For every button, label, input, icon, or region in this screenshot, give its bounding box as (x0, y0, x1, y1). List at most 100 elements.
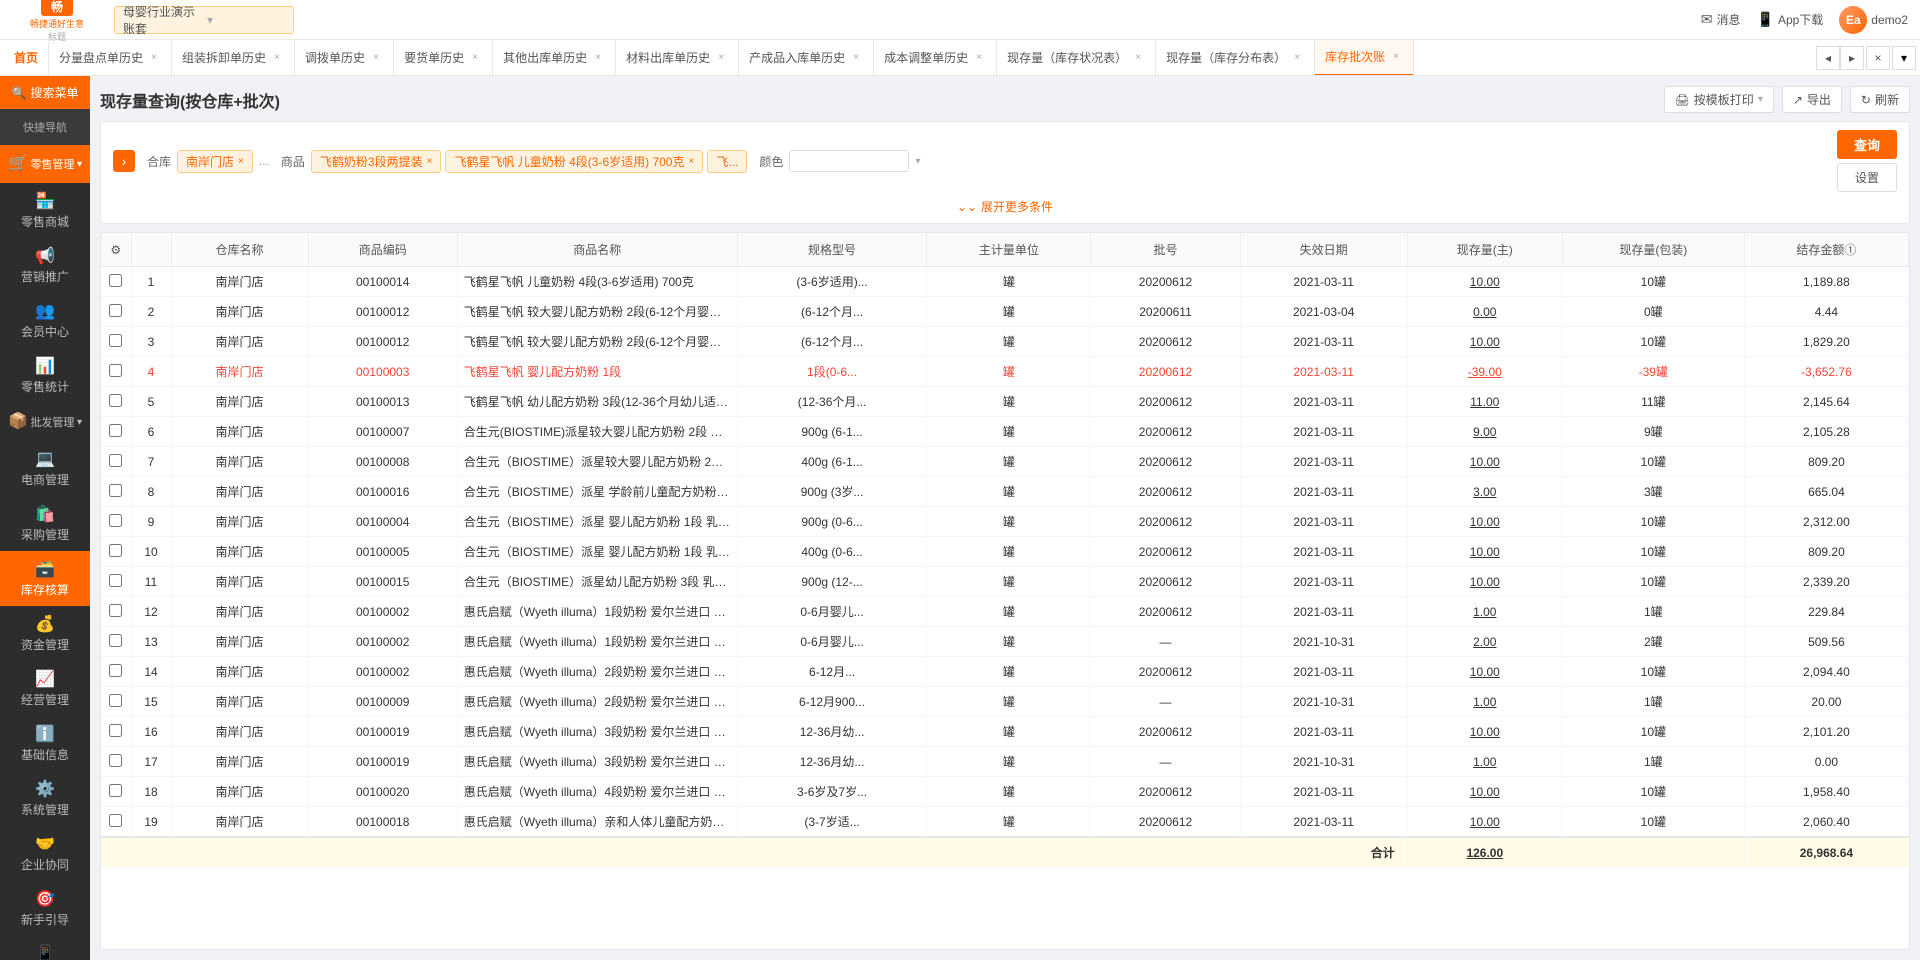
user-menu[interactable]: Ea demo2 (1839, 6, 1908, 34)
tab-stock1[interactable]: 现存量（库存状况表） × (997, 40, 1156, 76)
nav-close-btn[interactable]: × (1866, 46, 1890, 70)
row-settings[interactable] (101, 537, 131, 567)
row-checkbox[interactable] (109, 574, 122, 587)
sidebar-search-btn[interactable]: 🔍 搜索菜单 (0, 76, 90, 109)
row-checkbox[interactable] (109, 274, 122, 287)
row-checkbox[interactable] (109, 514, 122, 527)
product-tag-1[interactable]: 飞鹤奶粉3段两提装 × (311, 150, 442, 173)
sidebar-item-purchase[interactable]: 🛍️ 采购管理 (0, 496, 90, 551)
sidebar-item-wholesale[interactable]: 📦 批发管理 ▾ (0, 403, 90, 441)
sidebar-item-collab[interactable]: 🤝 企业协同 (0, 826, 90, 881)
row-checkbox[interactable] (109, 604, 122, 617)
sidebar-item-basic[interactable]: ℹ️ 基础信息 (0, 716, 90, 771)
row-settings[interactable] (101, 777, 131, 807)
close-icon[interactable]: × (468, 51, 482, 65)
setting-btn[interactable]: 设置 (1837, 163, 1897, 192)
row-stock-main[interactable]: 10.00 (1407, 807, 1562, 838)
color-dropdown-icon[interactable]: ▾ (915, 156, 920, 167)
sidebar-item-guide[interactable]: 🎯 新手引导 (0, 881, 90, 936)
template-print-btn[interactable]: 🖨 按模板打印 ▾ (1664, 86, 1774, 113)
tab-inventory[interactable]: 分量盘点单历史 × (49, 40, 172, 76)
close-icon[interactable]: × (972, 51, 986, 65)
row-checkbox[interactable] (109, 424, 122, 437)
nav-next-btn[interactable]: ▸ (1840, 46, 1864, 70)
sidebar-item-ecommerce[interactable]: 💻 电商管理 (0, 441, 90, 496)
row-stock-main[interactable]: 10.00 (1407, 447, 1562, 477)
close-icon[interactable]: × (1131, 51, 1145, 65)
row-stock-main[interactable]: 3.00 (1407, 477, 1562, 507)
row-checkbox[interactable] (109, 634, 122, 647)
row-settings[interactable] (101, 627, 131, 657)
row-stock-main[interactable]: 2.00 (1407, 627, 1562, 657)
product-more-btn[interactable]: 飞... (707, 150, 747, 173)
sidebar-item-finance[interactable]: 💰 资金管理 (0, 606, 90, 661)
row-checkbox[interactable] (109, 664, 122, 677)
row-stock-main[interactable]: 10.00 (1407, 507, 1562, 537)
row-checkbox[interactable] (109, 364, 122, 377)
remove-product-tag-1-icon[interactable]: × (427, 156, 433, 167)
row-checkbox[interactable] (109, 544, 122, 557)
row-settings[interactable] (101, 327, 131, 357)
color-input[interactable] (789, 150, 909, 172)
tab-product[interactable]: 产成品入库单历史 × (739, 40, 874, 76)
close-icon[interactable]: × (1389, 50, 1403, 64)
warehouse-tag[interactable]: 南岸门店 × (177, 150, 253, 173)
close-icon[interactable]: × (270, 51, 284, 65)
row-settings[interactable] (101, 687, 131, 717)
row-stock-main[interactable]: 9.00 (1407, 417, 1562, 447)
sidebar-item-system[interactable]: ⚙️ 系统管理 (0, 771, 90, 826)
row-settings[interactable] (101, 567, 131, 597)
row-stock-main[interactable]: 10.00 (1407, 537, 1562, 567)
close-icon[interactable]: × (714, 51, 728, 65)
tab-material[interactable]: 材料出库单历史 × (616, 40, 739, 76)
sidebar-item-retail-stat[interactable]: 📊 零售统计 (0, 348, 90, 403)
close-icon[interactable]: × (849, 51, 863, 65)
sidebar-item-stock-calc[interactable]: 🗃️ 库存核算 (0, 551, 90, 606)
row-stock-main[interactable]: 11.00 (1407, 387, 1562, 417)
remove-product-tag-2-icon[interactable]: × (688, 156, 694, 167)
tab-assembly[interactable]: 组装拆卸单历史 × (172, 40, 295, 76)
app-download-btn[interactable]: 📱 App下载 (1757, 11, 1824, 28)
sidebar-item-shop[interactable]: 🏪 零售商城 (0, 183, 90, 238)
row-stock-main[interactable]: 0.00 (1407, 297, 1562, 327)
row-stock-main[interactable]: 10.00 (1407, 567, 1562, 597)
close-icon[interactable]: × (369, 51, 383, 65)
row-stock-main[interactable]: 10.00 (1407, 327, 1562, 357)
close-icon[interactable]: × (147, 51, 161, 65)
row-settings[interactable] (101, 417, 131, 447)
row-stock-main[interactable]: 10.00 (1407, 717, 1562, 747)
warehouse-more-btn[interactable]: ... (259, 154, 269, 168)
tab-cost[interactable]: 成本调整单历史 × (874, 40, 997, 76)
sidebar-item-apps[interactable]: 📱 应用中心 (0, 936, 90, 960)
row-stock-main[interactable]: -39.00 (1407, 357, 1562, 387)
row-checkbox[interactable] (109, 484, 122, 497)
nav-prev-btn[interactable]: ◂ (1816, 46, 1840, 70)
sidebar-item-retail[interactable]: 🛒 零售管理 ▾ (0, 145, 90, 183)
tab-batch[interactable]: 库存批次账 × (1315, 40, 1414, 76)
tab-selector[interactable]: 母婴行业演示账套 ▾ (114, 6, 294, 34)
nav-menu-btn[interactable]: ▾ (1892, 46, 1916, 70)
message-btn[interactable]: ✉ 消息 (1701, 11, 1741, 28)
row-stock-main[interactable]: 1.00 (1407, 687, 1562, 717)
tab-transfer[interactable]: 调拨单历史 × (295, 40, 394, 76)
row-checkbox[interactable] (109, 304, 122, 317)
row-settings[interactable] (101, 357, 131, 387)
row-checkbox[interactable] (109, 334, 122, 347)
row-settings[interactable] (101, 717, 131, 747)
tab-order[interactable]: 要货单历史 × (394, 40, 493, 76)
row-settings[interactable] (101, 297, 131, 327)
row-settings[interactable] (101, 387, 131, 417)
row-stock-main[interactable]: 1.00 (1407, 597, 1562, 627)
tab-stock2[interactable]: 现存量（库存分布表） × (1156, 40, 1315, 76)
row-stock-main[interactable]: 10.00 (1407, 267, 1562, 297)
row-settings[interactable] (101, 267, 131, 297)
sidebar-item-marketing[interactable]: 📢 营销推广 (0, 238, 90, 293)
col-settings[interactable]: ⚙ (101, 233, 131, 267)
row-checkbox[interactable] (109, 754, 122, 767)
row-settings[interactable] (101, 447, 131, 477)
row-checkbox[interactable] (109, 394, 122, 407)
row-settings[interactable] (101, 657, 131, 687)
sidebar-item-member[interactable]: 👥 会员中心 (0, 293, 90, 348)
row-settings[interactable] (101, 477, 131, 507)
row-checkbox[interactable] (109, 694, 122, 707)
